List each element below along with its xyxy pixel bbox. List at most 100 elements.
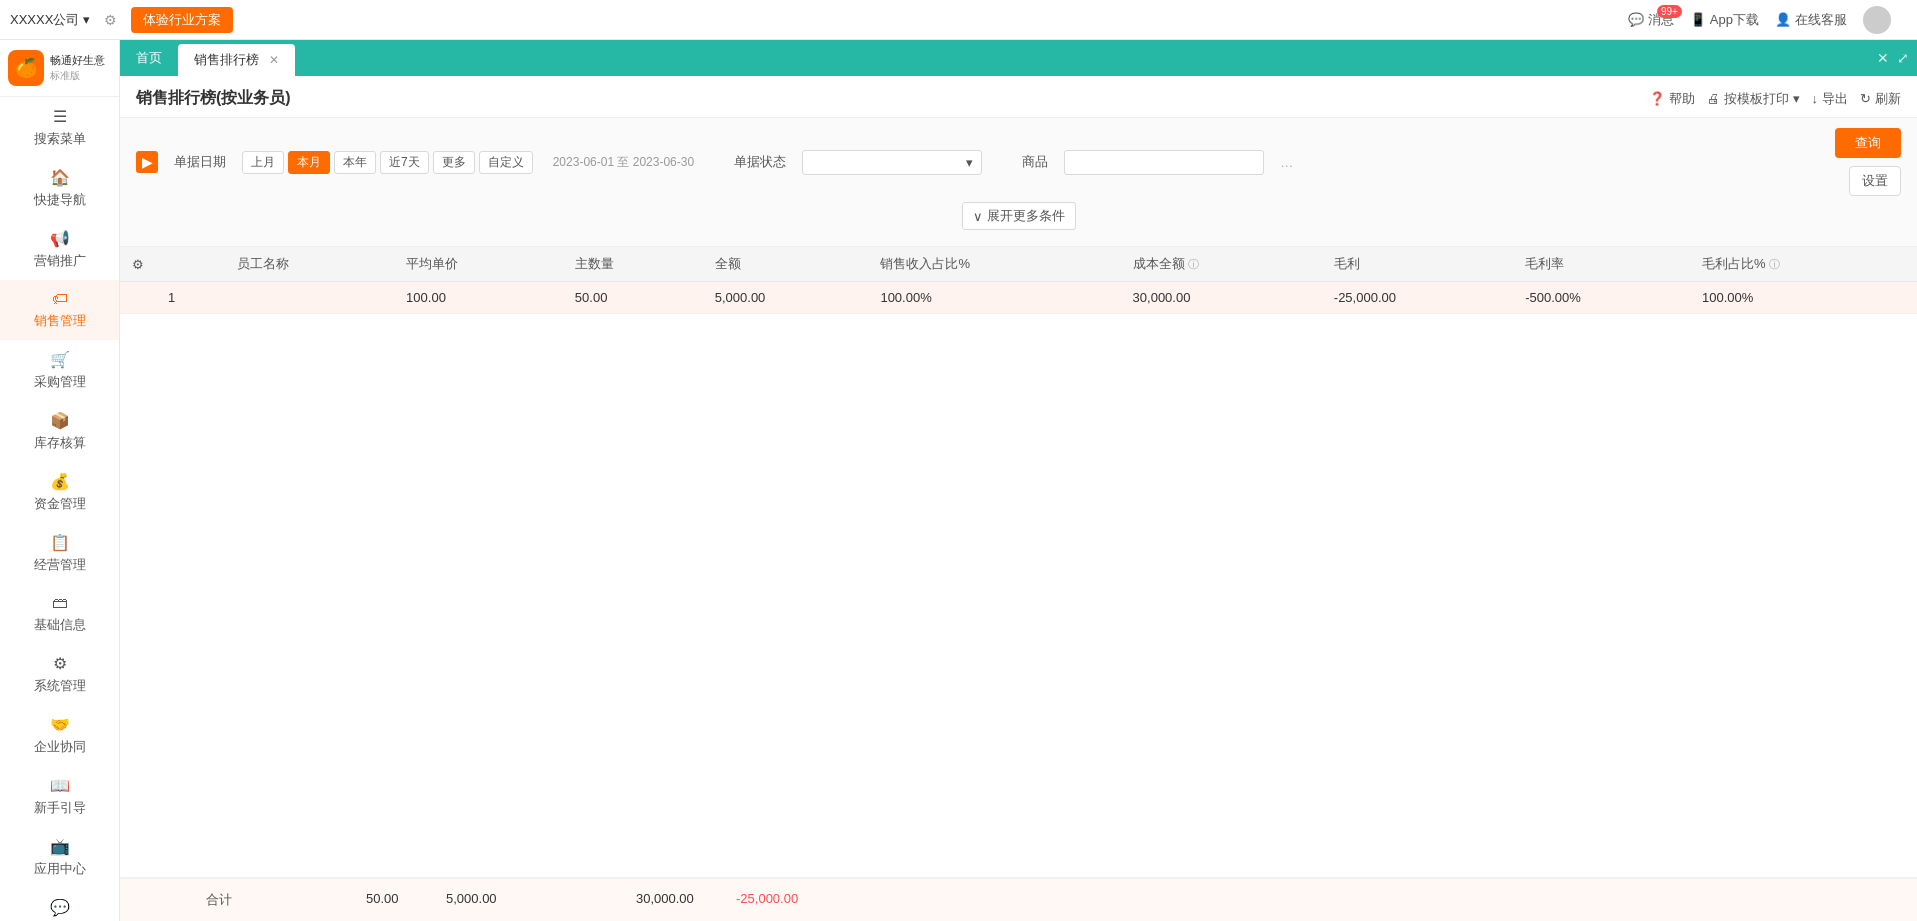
ops-icon: 📋 (50, 533, 70, 552)
logo-title: 畅通好生意 (50, 53, 105, 68)
tab-home-label: 首页 (136, 49, 162, 67)
sidebar-item-base-info[interactable]: 🗃 基础信息 (0, 584, 119, 644)
topbar-right: 💬 消息 99+ 📱 App下载 👤 在线客服 (1628, 6, 1907, 34)
tab-close-window-icon[interactable]: ✕ (1877, 50, 1889, 66)
help-button[interactable]: ❓ 帮助 (1649, 90, 1695, 108)
message-button[interactable]: 💬 消息 99+ (1628, 11, 1674, 29)
content-area: 首页 销售排行榜 ✕ ✕ ⤢ 销售排行榜(按业务员) ❓ 帮助 (120, 40, 1917, 921)
company-selector[interactable]: XXXXX公司 ▾ (10, 11, 90, 29)
query-button[interactable]: 查询 (1835, 128, 1901, 158)
th-settings[interactable]: ⚙ (120, 247, 156, 282)
expand-icon: ∨ (973, 209, 983, 224)
app-icon: 📱 (1690, 12, 1706, 27)
gross-pct-info-icon[interactable]: ⓘ (1769, 258, 1780, 270)
new-guide-icon: 📖 (50, 776, 70, 795)
topbar: XXXXX公司 ▾ ⚙ 体验行业方案 💬 消息 99+ 📱 App下载 👤 在线… (0, 0, 1917, 40)
table-wrapper: ⚙ 员工名称 平均单价 主数量 全额 销售收入占比% 成本全额 ⓘ 毛利 毛利率… (120, 247, 1917, 877)
search-orders-icon: ☰ (53, 107, 67, 126)
row-avg-price: 100.00 (394, 282, 563, 314)
corp-collab-icon: 🤝 (50, 715, 70, 734)
sidebar-item-new-guide[interactable]: 📖 新手引导 (0, 766, 119, 827)
row-gross-pct: 100.00% (1690, 282, 1917, 314)
sidebar-item-corp-collab[interactable]: 🤝 企业协同 (0, 705, 119, 766)
sidebar-item-label-inventory: 库存核算 (34, 434, 86, 452)
sidebar-item-system[interactable]: ⚙ 系统管理 (0, 644, 119, 705)
sidebar-item-corp-wechat[interactable]: 💬 企业微信 (0, 888, 119, 921)
tab-bar: 首页 销售排行榜 ✕ ✕ ⤢ (120, 40, 1917, 76)
refresh-button[interactable]: ↻ 刷新 (1860, 90, 1901, 108)
filter-expand-arrow[interactable]: ▶ (136, 151, 158, 173)
sidebar-item-label-corpcollab: 企业协同 (34, 738, 86, 756)
online-service-button[interactable]: 👤 在线客服 (1775, 11, 1847, 29)
filter-more-row: ∨ 展开更多条件 (136, 196, 1901, 236)
logo-icon: 🍊 (8, 50, 44, 86)
page-title: 销售排行榜(按业务员) (136, 88, 291, 109)
company-dropdown-icon[interactable]: ▾ (83, 12, 90, 27)
sidebar-item-search-orders[interactable]: ☰ 搜索菜单 (0, 97, 119, 158)
quick-nav-icon: 🏠 (50, 168, 70, 187)
row-gross: -25,000.00 (1322, 282, 1513, 314)
system-icon: ⚙ (53, 654, 67, 673)
app-download-button[interactable]: 📱 App下载 (1690, 11, 1759, 29)
corp-wechat-icon: 💬 (50, 898, 70, 917)
footer-avg-price-cell (274, 887, 354, 913)
th-gross-rate: 毛利率 (1513, 247, 1690, 282)
date-btn-this-year[interactable]: 本年 (334, 151, 376, 174)
goods-label: 商品 (1022, 153, 1048, 171)
footer-label: 合计 (194, 887, 274, 913)
tab-bar-actions: ✕ ⤢ (1877, 50, 1917, 66)
date-btn-7days[interactable]: 近7天 (380, 151, 429, 174)
tab-home[interactable]: 首页 (120, 40, 178, 76)
filter-area: ▶ 单据日期 上月 本月 本年 近7天 更多 自定义 2023-06-01 至 … (120, 118, 1917, 247)
date-btn-last-month[interactable]: 上月 (242, 151, 284, 174)
th-quantity: 主数量 (563, 247, 703, 282)
tab-sales-rank[interactable]: 销售排行榜 ✕ (178, 44, 295, 76)
row-sales-pct: 100.00% (868, 282, 1120, 314)
sidebar-item-ops[interactable]: 📋 经营管理 (0, 523, 119, 584)
print-dropdown-icon[interactable]: ▾ (1793, 91, 1800, 106)
settings-button[interactable]: 设置 (1849, 166, 1901, 196)
th-amount: 全额 (703, 247, 869, 282)
sidebar-item-label-ops: 经营管理 (34, 556, 86, 574)
export-button[interactable]: ↓ 导出 (1812, 90, 1849, 108)
app-center-icon: 📺 (50, 837, 70, 856)
row-rank: 1 (156, 282, 225, 314)
sidebar-item-label-marketing: 营销推广 (34, 252, 86, 270)
sidebar-item-inventory[interactable]: 📦 库存核算 (0, 401, 119, 462)
main-layout: 🍊 畅通好生意 标准版 ☰ 搜索菜单 🏠 快捷导航 📢 营销推广 🏷 销售管理 … (0, 40, 1917, 921)
expand-more-conditions-btn[interactable]: ∨ 展开更多条件 (962, 202, 1076, 230)
print-icon: 🖨 (1707, 91, 1720, 106)
status-select[interactable]: ▾ (802, 150, 982, 175)
sidebar-logo: 🍊 畅通好生意 标准版 (0, 40, 119, 97)
print-label: 按模板打印 (1724, 90, 1789, 108)
table-footer: 合计 50.00 5,000.00 30,000.00 -25,000.00 (120, 877, 1917, 921)
sidebar: 🍊 畅通好生意 标准版 ☰ 搜索菜单 🏠 快捷导航 📢 营销推广 🏷 销售管理 … (0, 40, 120, 921)
sidebar-item-marketing[interactable]: 📢 营销推广 (0, 219, 119, 280)
tab-close-icon[interactable]: ✕ (269, 53, 279, 67)
logo-subtitle: 标准版 (50, 69, 105, 83)
sidebar-item-sales[interactable]: 🏷 销售管理 (0, 280, 119, 340)
avatar[interactable] (1863, 6, 1891, 34)
date-btn-this-month[interactable]: 本月 (288, 151, 330, 174)
footer-gross: -25,000.00 (724, 887, 810, 913)
goods-more-icon[interactable]: … (1280, 155, 1293, 170)
topbar-gear-icon[interactable]: ⚙ (98, 10, 123, 30)
footer-sales-pct-cell (524, 887, 624, 913)
trial-button[interactable]: 体验行业方案 (131, 7, 233, 33)
footer-cost: 30,000.00 (624, 887, 724, 913)
goods-input[interactable] (1064, 150, 1264, 175)
sidebar-item-quick-nav[interactable]: 🏠 快捷导航 (0, 158, 119, 219)
cost-info-icon[interactable]: ⓘ (1188, 258, 1199, 270)
sidebar-item-app-center[interactable]: 📺 应用中心 (0, 827, 119, 888)
refresh-label: 刷新 (1875, 90, 1901, 108)
service-icon: 👤 (1775, 12, 1791, 27)
marketing-icon: 📢 (50, 229, 70, 248)
sidebar-item-finance[interactable]: 💰 资金管理 (0, 462, 119, 523)
date-btn-custom[interactable]: 自定义 (479, 151, 533, 174)
purchase-icon: 🛒 (50, 350, 70, 369)
footer-rank-cell (164, 887, 194, 913)
date-btn-more[interactable]: 更多 (433, 151, 475, 174)
print-button[interactable]: 🖨 按模板打印 ▾ (1707, 90, 1800, 108)
tab-expand-icon[interactable]: ⤢ (1897, 50, 1909, 66)
sidebar-item-purchase[interactable]: 🛒 采购管理 (0, 340, 119, 401)
